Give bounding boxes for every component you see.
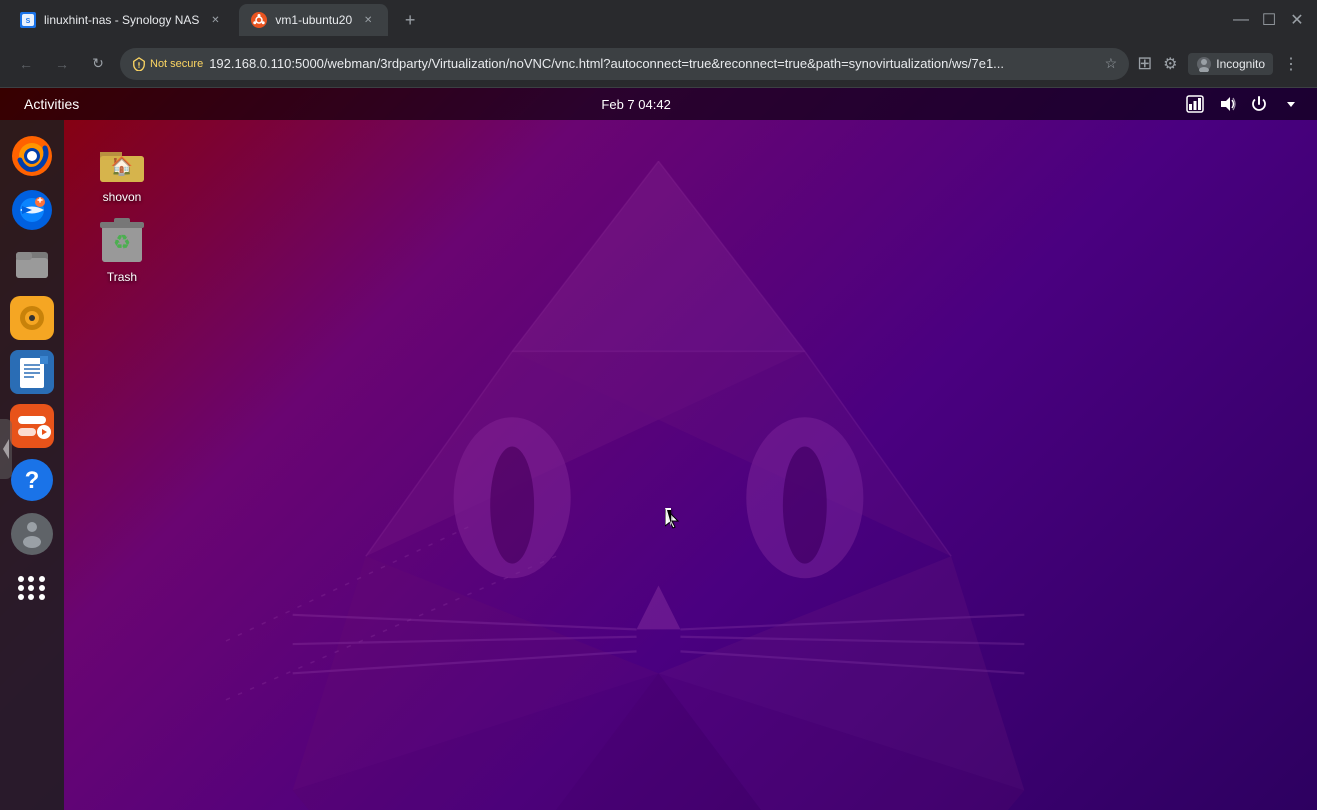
menu-button[interactable]: ⋮: [1277, 50, 1305, 78]
ubuntu-desktop[interactable]: Activities Feb 7 04:42: [0, 88, 1317, 810]
tab-dsm-title: linuxhint-nas - Synology NAS: [44, 13, 199, 27]
dock-item-files[interactable]: [8, 240, 56, 288]
svg-text:♻: ♻: [113, 232, 131, 254]
dock-item-help[interactable]: ?: [8, 456, 56, 504]
topbar-datetime: Feb 7 04:42: [601, 97, 670, 112]
dock-item-firefox[interactable]: [8, 132, 56, 180]
title-bar: S linuxhint-nas - Synology NAS ✕ vm1-ubu…: [0, 0, 1317, 40]
home-folder-icon: 🏠: [98, 136, 146, 184]
browser-frame: S linuxhint-nas - Synology NAS ✕ vm1-ubu…: [0, 0, 1317, 810]
system-menu-arrow[interactable]: [1281, 94, 1301, 114]
dock-item-thunderbird[interactable]: [8, 186, 56, 234]
topbar-right: [1185, 94, 1301, 114]
maximize-button[interactable]: ☐: [1257, 8, 1281, 32]
dock-item-software[interactable]: [8, 402, 56, 450]
topbar-center: Feb 7 04:42: [87, 97, 1185, 112]
left-panel-handle[interactable]: [0, 419, 12, 479]
tab-ubuntu-close[interactable]: ✕: [360, 12, 376, 28]
network-status-icon[interactable]: [1185, 94, 1205, 114]
minimize-button[interactable]: —: [1229, 8, 1253, 32]
forward-button[interactable]: →: [48, 50, 76, 78]
gnome-topbar: Activities Feb 7 04:42: [0, 88, 1317, 120]
window-controls: — ☐ ✕: [1229, 8, 1309, 32]
reload-button[interactable]: ↻: [84, 50, 112, 78]
tab-dsm-close[interactable]: ✕: [207, 12, 223, 28]
trash-label: Trash: [107, 270, 137, 284]
url-bar-actions: ☆: [1105, 55, 1118, 72]
desktop-icon-trash[interactable]: ♻ Trash: [82, 216, 162, 284]
ubuntu-favicon: [251, 12, 267, 28]
svg-text:🏠: 🏠: [111, 156, 133, 176]
vm-content: Activities Feb 7 04:42: [0, 88, 1317, 810]
extensions-icon[interactable]: ⚙: [1156, 50, 1184, 78]
incognito-badge[interactable]: Incognito: [1188, 53, 1273, 75]
url-bar[interactable]: Not secure 192.168.0.110:5000/webman/3rd…: [120, 48, 1129, 80]
incognito-label: Incognito: [1216, 57, 1265, 71]
address-bar: ← → ↻ Not secure 192.168.0.110:5000/webm…: [0, 40, 1317, 88]
power-icon[interactable]: [1249, 94, 1269, 114]
network-icon: ⊞: [1137, 53, 1152, 74]
desktop-icon-home[interactable]: 🏠 shovon: [82, 136, 162, 204]
dsm-favicon: S: [20, 12, 36, 28]
svg-text:?: ?: [25, 467, 40, 494]
tab-ubuntu[interactable]: vm1-ubuntu20 ✕: [239, 4, 388, 36]
browser-actions: ⊞ ⚙ Incognito ⋮: [1137, 50, 1305, 78]
url-text: 192.168.0.110:5000/webman/3rdparty/Virtu…: [209, 56, 1098, 71]
dock-item-app-grid[interactable]: [8, 564, 56, 612]
security-text: Not secure: [150, 58, 203, 70]
desktop-icons: 🏠 shovon ♻: [70, 124, 174, 296]
new-tab-button[interactable]: +: [396, 6, 424, 34]
tab-ubuntu-title: vm1-ubuntu20: [275, 13, 352, 27]
close-button[interactable]: ✕: [1285, 8, 1309, 32]
tab-dsm[interactable]: S linuxhint-nas - Synology NAS ✕: [8, 4, 235, 36]
volume-icon[interactable]: [1217, 94, 1237, 114]
dock-item-bottom[interactable]: [8, 510, 56, 558]
home-folder-label: shovon: [103, 190, 142, 204]
bookmark-icon[interactable]: ☆: [1105, 55, 1118, 72]
security-warning: Not secure: [132, 57, 203, 71]
app-grid-icon: [18, 576, 46, 600]
back-button[interactable]: ←: [12, 50, 40, 78]
activities-button[interactable]: Activities: [16, 92, 87, 116]
svg-text:S: S: [26, 18, 31, 25]
dock-item-libreoffice[interactable]: [8, 348, 56, 396]
trash-icon: ♻: [98, 216, 146, 264]
dock-item-rhythmbox[interactable]: [8, 294, 56, 342]
